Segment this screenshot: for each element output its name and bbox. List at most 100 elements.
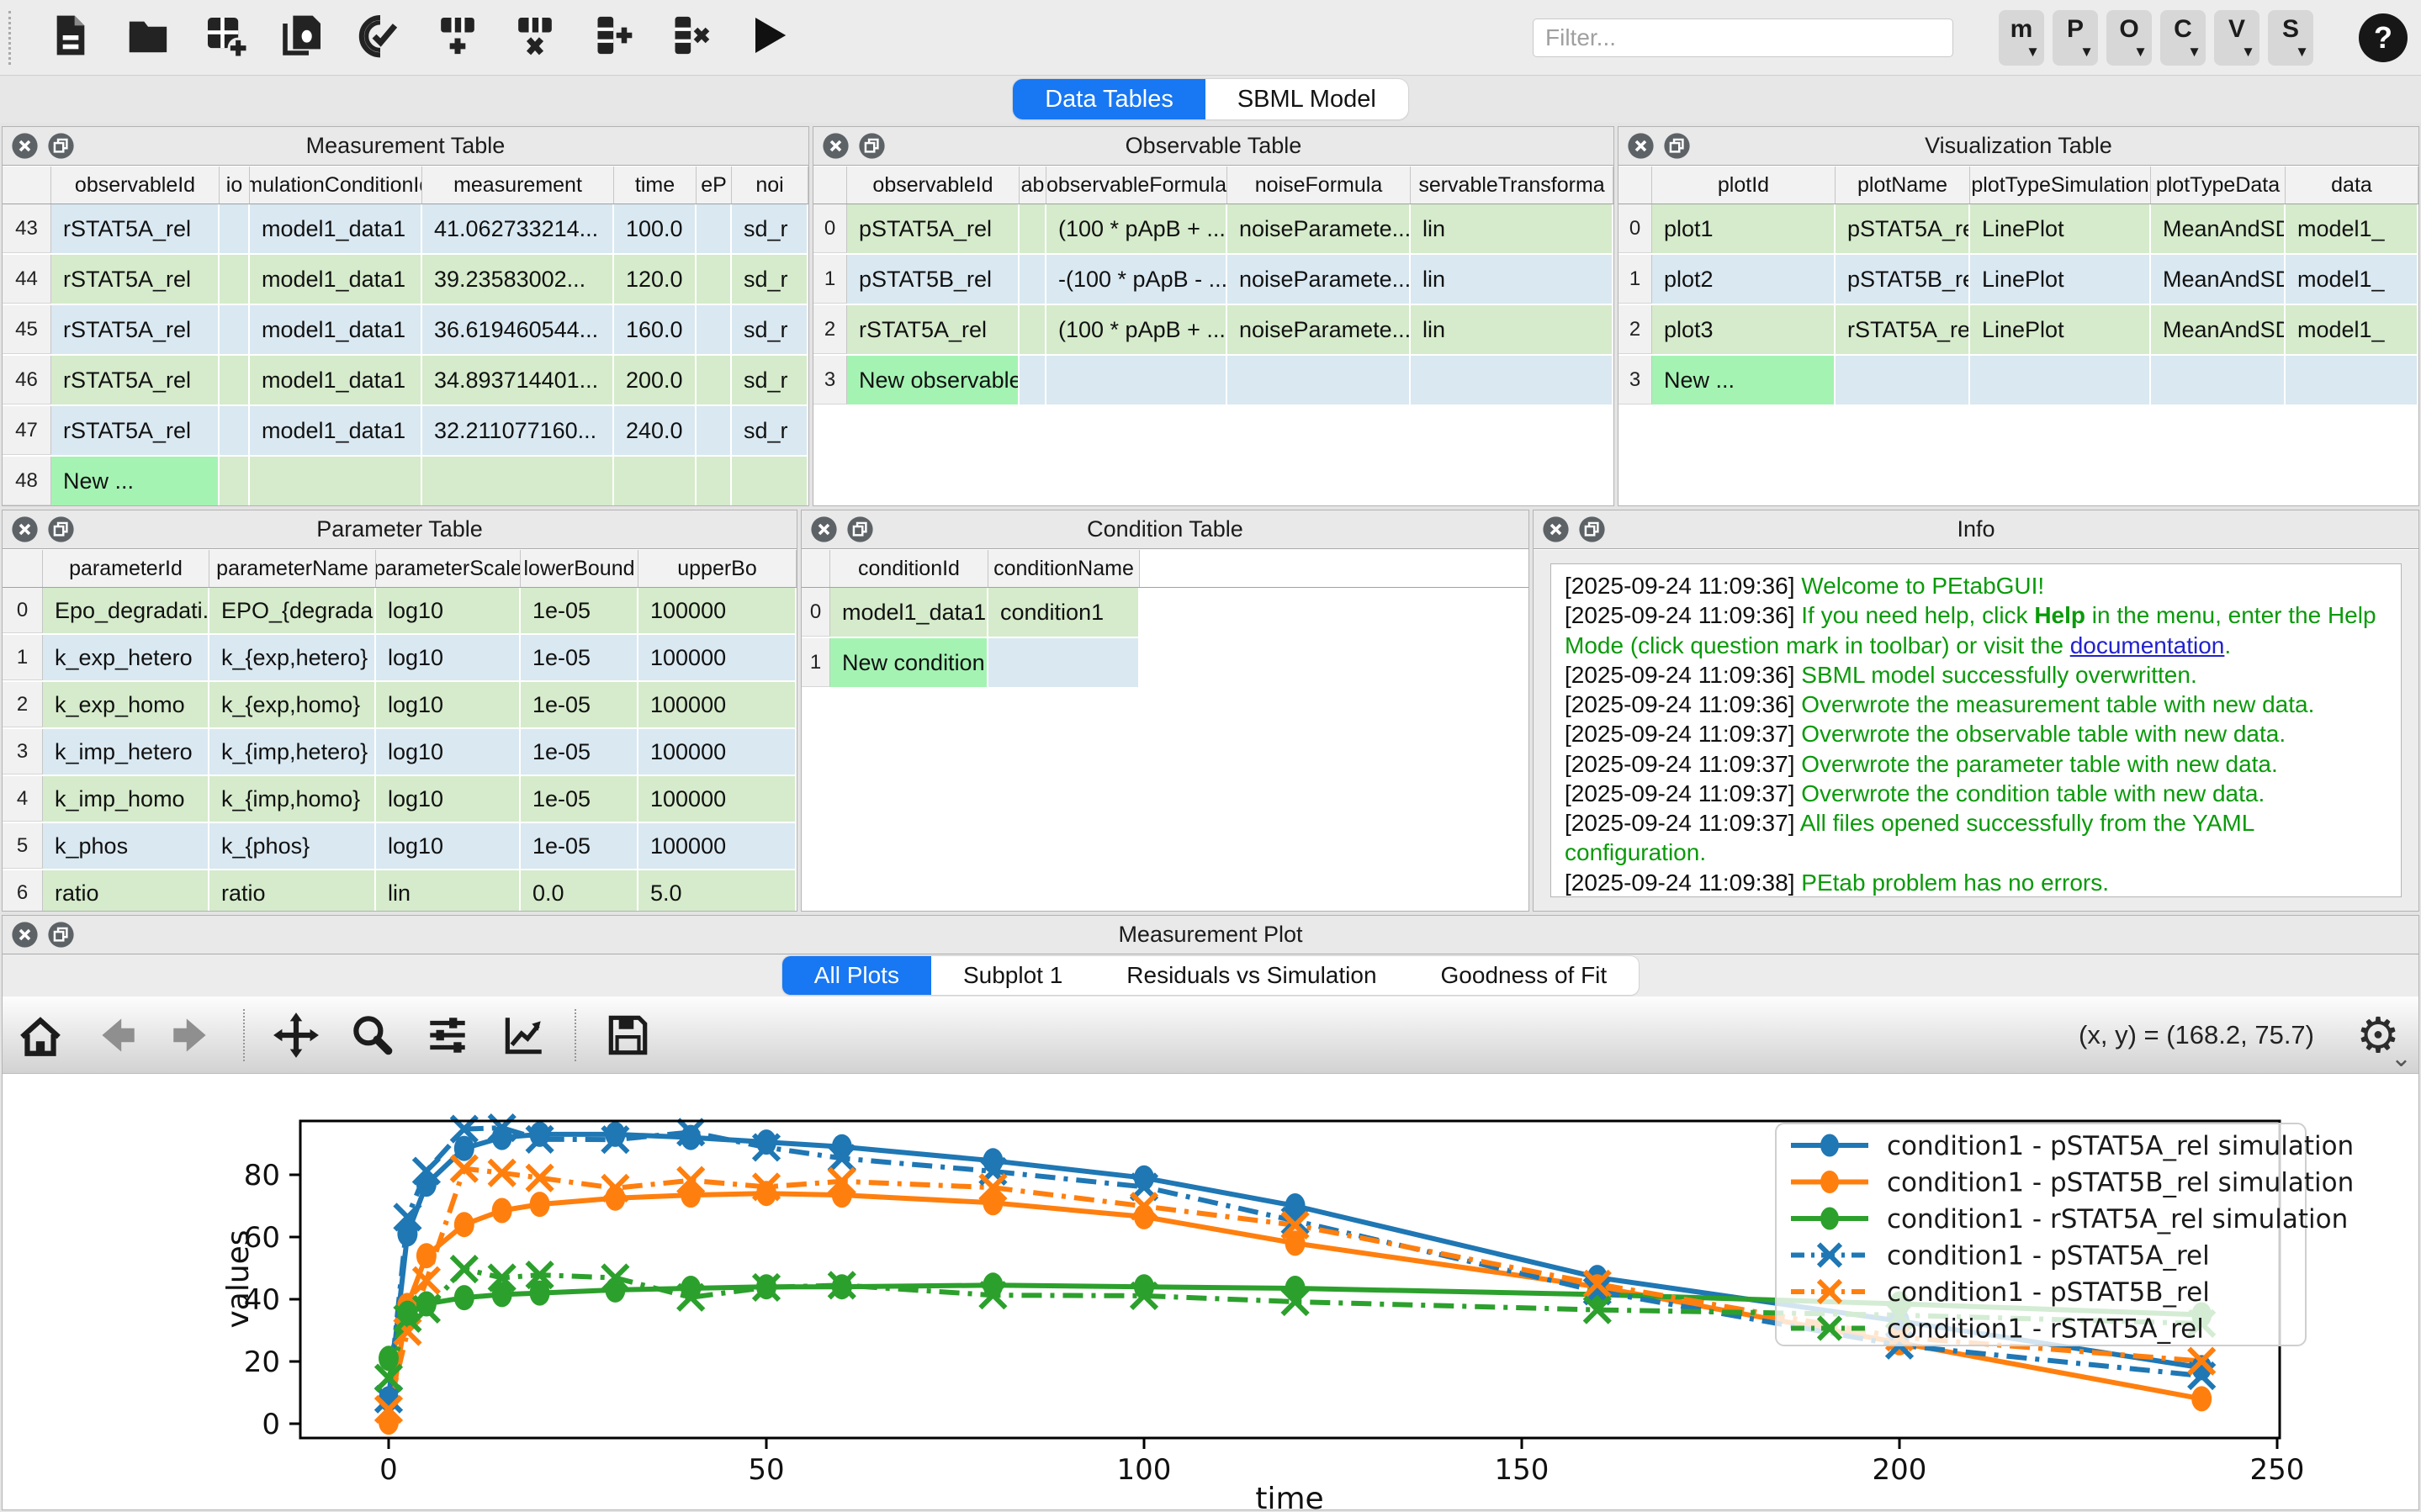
row-header[interactable]: 45 [3, 305, 51, 354]
cell[interactable]: 41.062733214... [422, 204, 614, 253]
quick-filter-o-button[interactable]: O▼ [2106, 10, 2152, 66]
tab-all-plots[interactable]: All Plots [782, 956, 931, 995]
cell[interactable]: Epo_degradati... [43, 588, 209, 633]
cell[interactable] [1020, 356, 1046, 404]
cell[interactable]: 0.0 [521, 870, 638, 911]
cell[interactable]: MeanAndSD [2151, 204, 2286, 253]
column-header[interactable]: upperBo [638, 550, 797, 587]
cell[interactable]: noiseParamete... [1227, 204, 1411, 253]
cell[interactable]: log10 [376, 682, 521, 727]
axes-edit-button[interactable] [497, 1009, 549, 1061]
delete-row-button[interactable] [511, 14, 559, 61]
cell[interactable]: rSTAT5A_rel [51, 204, 220, 253]
cell[interactable]: plot2 [1652, 255, 1836, 304]
chevron-down-icon[interactable]: ⌄ [2391, 1044, 2412, 1073]
corner-header[interactable] [3, 167, 51, 204]
cell[interactable] [1227, 356, 1411, 404]
cell[interactable]: model1_data1 [250, 255, 422, 304]
cell[interactable] [220, 305, 250, 354]
cell[interactable]: 100000 [638, 776, 797, 822]
float-panel-icon[interactable] [1578, 515, 1606, 543]
cell[interactable] [697, 305, 732, 354]
cell[interactable]: 34.893714401... [422, 356, 614, 404]
row-header[interactable]: 1 [3, 635, 43, 680]
column-header[interactable]: io [220, 167, 250, 204]
corner-header[interactable] [3, 550, 43, 587]
cell[interactable]: model1_data1 [250, 406, 422, 455]
column-header[interactable]: time [614, 167, 697, 204]
cell[interactable] [250, 457, 422, 505]
cell[interactable]: 100000 [638, 588, 797, 633]
cell[interactable]: plot3 [1652, 305, 1836, 354]
tab-goodness-of-fit[interactable]: Goodness of Fit [1409, 956, 1640, 995]
cell[interactable]: model1_data1 [250, 204, 422, 253]
cell[interactable]: (100 * pApB + ... [1046, 305, 1227, 354]
quick-filter-v-button[interactable]: V▼ [2214, 10, 2259, 66]
cell[interactable]: New ... [51, 457, 220, 505]
cell[interactable]: condition1 [988, 588, 1140, 637]
cell[interactable] [220, 204, 250, 253]
cell[interactable] [1020, 255, 1046, 304]
column-header[interactable]: observableId [847, 167, 1020, 204]
cell[interactable] [220, 356, 250, 404]
tab-residuals-vs-simulation[interactable]: Residuals vs Simulation [1094, 956, 1408, 995]
column-header[interactable]: parameterName [209, 550, 376, 587]
cell[interactable]: k_imp_homo [43, 776, 209, 822]
cell[interactable] [1020, 204, 1046, 253]
column-header[interactable]: parameterId [43, 550, 209, 587]
float-panel-icon[interactable] [1663, 132, 1691, 160]
cell[interactable]: log10 [376, 729, 521, 775]
cell[interactable]: 100000 [638, 682, 797, 727]
cell[interactable]: ratio [43, 870, 209, 911]
float-panel-icon[interactable] [47, 132, 75, 160]
cell[interactable]: LinePlot [1970, 204, 2151, 253]
column-header[interactable]: eP [697, 167, 732, 204]
cell[interactable]: pSTAT5A_rel [847, 204, 1020, 253]
cell[interactable] [2151, 356, 2286, 404]
back-button[interactable] [90, 1009, 142, 1061]
row-header[interactable]: 1 [1618, 255, 1652, 304]
cell[interactable] [697, 356, 732, 404]
column-header[interactable]: noi [732, 167, 808, 204]
cell[interactable]: model1_ [2286, 255, 2418, 304]
cell[interactable]: rSTAT5A_rel [51, 356, 220, 404]
cell[interactable]: sd_r [732, 255, 808, 304]
column-header[interactable]: ab [1020, 167, 1046, 204]
cell[interactable]: 100000 [638, 823, 797, 869]
quick-filter-s-button[interactable]: S▼ [2268, 10, 2313, 66]
cell[interactable]: k_{imp,hetero} [209, 729, 376, 775]
cell[interactable]: lin [1411, 305, 1613, 354]
close-icon[interactable] [810, 515, 838, 543]
cell[interactable] [1836, 356, 1970, 404]
cell[interactable]: sd_r [732, 356, 808, 404]
column-header[interactable]: plotTypeData [2151, 167, 2286, 204]
column-header[interactable]: observableId [51, 167, 220, 204]
column-header[interactable]: plotId [1652, 167, 1836, 204]
delete-column-button[interactable] [666, 14, 713, 61]
cell[interactable]: EPO_{degrada... [209, 588, 376, 633]
row-header[interactable]: 2 [1618, 305, 1652, 354]
tab-data-tables[interactable]: Data Tables [1013, 79, 1205, 119]
row-header[interactable]: 0 [1618, 204, 1652, 253]
row-header[interactable]: 3 [813, 356, 847, 404]
cell[interactable]: 5.0 [638, 870, 797, 911]
column-header[interactable]: conditionName [988, 550, 1140, 587]
run-simulation-button[interactable] [744, 14, 791, 61]
cell[interactable]: pSTAT5A_rel [1836, 204, 1970, 253]
row-header[interactable]: 3 [3, 729, 43, 775]
cell[interactable]: k_{imp,homo} [209, 776, 376, 822]
cell[interactable]: 32.211077160... [422, 406, 614, 455]
row-header[interactable]: 1 [813, 255, 847, 304]
cell[interactable]: 1e-05 [521, 682, 638, 727]
tab-subplot-1[interactable]: Subplot 1 [931, 956, 1094, 995]
cell[interactable]: model1_data1 [250, 305, 422, 354]
cell[interactable]: rSTAT5A_rel [51, 406, 220, 455]
pan-button[interactable] [270, 1009, 322, 1061]
cell[interactable] [220, 457, 250, 505]
cell[interactable]: -(100 * pApB - ... [1046, 255, 1227, 304]
cell[interactable] [220, 255, 250, 304]
cell[interactable]: rSTAT5A_rel [51, 255, 220, 304]
column-header[interactable]: data [2286, 167, 2418, 204]
cell[interactable]: 36.619460544... [422, 305, 614, 354]
cell[interactable]: sd_r [732, 305, 808, 354]
